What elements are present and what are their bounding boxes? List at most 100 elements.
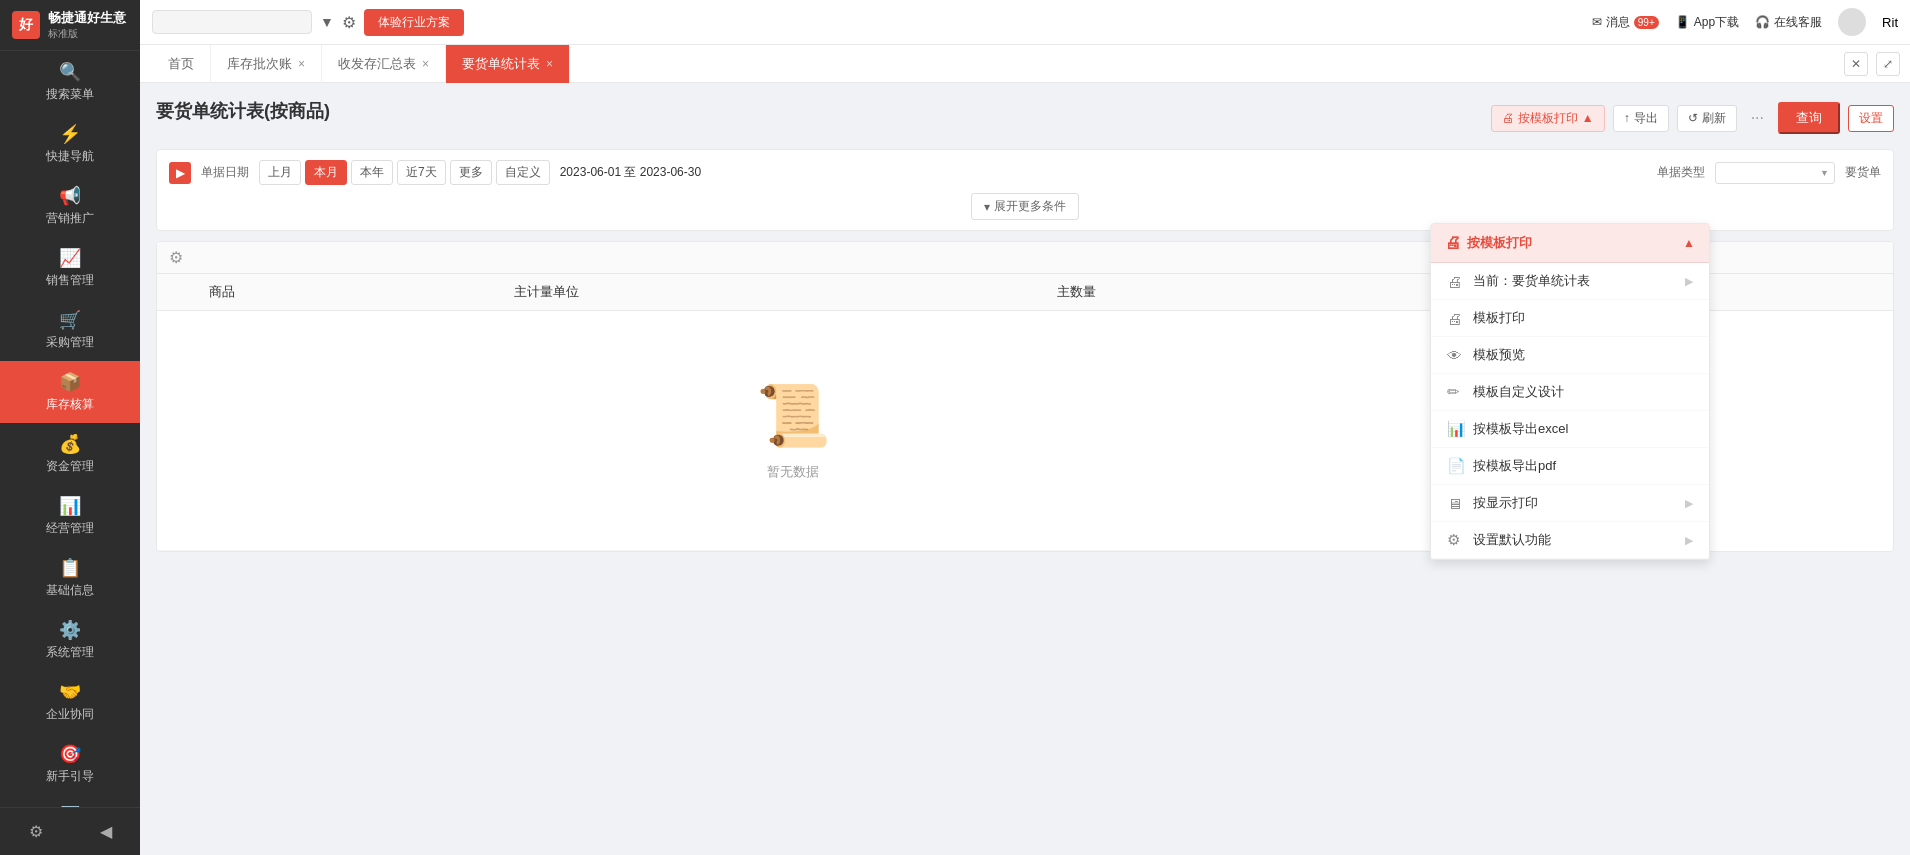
sidebar-settings-btn[interactable]: ⚙: [25, 818, 47, 845]
content-actions: 🖨 按模板打印 ▲ ↑ 导出 ↺ 刷新 ··· 查询 设置: [1491, 102, 1894, 134]
sidebar-label-11: 新手引导: [46, 768, 94, 785]
tab-close-1[interactable]: ×: [298, 57, 305, 71]
popup-section-icon-1: ⚙: [1447, 531, 1465, 549]
export-btn[interactable]: ↑ 导出: [1613, 105, 1669, 132]
popup-item-1[interactable]: 👁 模板预览: [1431, 337, 1709, 374]
popup-item-4[interactable]: 📄 按模板导出pdf: [1431, 448, 1709, 485]
service-icon: 🎧: [1755, 15, 1770, 29]
sidebar-item-9[interactable]: ⚙️ 系统管理: [0, 609, 140, 671]
tab-label-2: 收发存汇总表: [338, 55, 416, 73]
popup-item-2[interactable]: ✏ 模板自定义设计: [1431, 374, 1709, 411]
popup-section-item-1[interactable]: ⚙ 设置默认功能 ▶: [1431, 522, 1709, 559]
sidebar-icon-4: 🛒: [59, 309, 81, 331]
type-select[interactable]: [1715, 162, 1835, 184]
sidebar-label-7: 经营管理: [46, 520, 94, 537]
topbar-gear-icon[interactable]: ⚙: [342, 13, 356, 32]
trial-btn[interactable]: 体验行业方案: [364, 9, 464, 36]
message-badge: 99+: [1634, 16, 1659, 29]
sidebar-item-0[interactable]: 🔍 搜索菜单: [0, 51, 140, 113]
sidebar-item-3[interactable]: 📈 销售管理: [0, 237, 140, 299]
sidebar-item-10[interactable]: 🤝 企业协同: [0, 671, 140, 733]
col-header-0: 商品: [197, 274, 502, 311]
sidebar-icon-2: 📢: [59, 185, 81, 207]
popup-current-item[interactable]: 🖨 当前：要货单统计表 ▶: [1431, 263, 1709, 300]
sidebar-item-5[interactable]: 📦 库存核算: [0, 361, 140, 423]
sidebar-collapse-btn[interactable]: ◀: [96, 818, 116, 845]
popup-item-label-3: 按模板导出excel: [1473, 420, 1693, 438]
settings-btn[interactable]: 设置: [1848, 105, 1894, 132]
sidebar-item-6[interactable]: 💰 资金管理: [0, 423, 140, 485]
topbar-search-input[interactable]: [152, 10, 312, 34]
popup-section-label-1: 设置默认功能: [1473, 531, 1677, 549]
sidebar-label-6: 资金管理: [46, 458, 94, 475]
sidebar-scroll: 🔍 搜索菜单 ⚡ 快捷导航 📢 营销推广 📈 销售管理 🛒 采购管理 📦 库存核…: [0, 51, 140, 807]
sidebar-item-1[interactable]: ⚡ 快捷导航: [0, 113, 140, 175]
date-btn-近7天[interactable]: 近7天: [397, 160, 446, 185]
tabbar-expand-btn[interactable]: ⤢: [1876, 52, 1900, 76]
tab-2[interactable]: 收发存汇总表 ×: [322, 45, 446, 83]
date-btn-本月[interactable]: 本月: [305, 160, 347, 185]
more-options-btn[interactable]: ···: [1745, 107, 1770, 129]
brand-name: 畅捷通好生意: [48, 10, 126, 27]
tab-1[interactable]: 库存批次账 ×: [211, 45, 322, 83]
table-settings-icon[interactable]: ⚙: [169, 248, 183, 267]
tab-close-3[interactable]: ×: [546, 57, 553, 71]
export-label: 导出: [1634, 110, 1658, 127]
topbar-online-service[interactable]: 🎧 在线客服: [1755, 14, 1822, 31]
popup-section-item-0[interactable]: 🖥 按显示打印 ▶: [1431, 485, 1709, 522]
print-btn[interactable]: 🖨 按模板打印 ▲: [1491, 105, 1605, 132]
popup-items: 🖨 模板打印 👁 模板预览 ✏ 模板自定义设计 📊 按模板导出excel 📄 按…: [1431, 300, 1709, 485]
popup-section-arrow-0: ▶: [1685, 497, 1693, 510]
sidebar-item-8[interactable]: 📋 基础信息: [0, 547, 140, 609]
popup-item-label-0: 模板打印: [1473, 309, 1693, 327]
print-label: 按模板打印: [1518, 110, 1578, 127]
tab-label-3: 要货单统计表: [462, 55, 540, 73]
date-btn-上月[interactable]: 上月: [259, 160, 301, 185]
sidebar-item-12[interactable]: 🖥️ 应用中心: [0, 795, 140, 807]
filter-collapse-btn[interactable]: ▶: [169, 162, 191, 184]
popup-item-0[interactable]: 🖨 模板打印: [1431, 300, 1709, 337]
topbar-dropdown-icon[interactable]: ▼: [320, 14, 334, 30]
date-btn-自定义[interactable]: 自定义: [496, 160, 550, 185]
app-download-label: App下载: [1694, 14, 1739, 31]
popup-item-icon-0: 🖨: [1447, 310, 1465, 327]
popup-item-3[interactable]: 📊 按模板导出excel: [1431, 411, 1709, 448]
sidebar-icon-10: 🤝: [59, 681, 81, 703]
print-icon: 🖨: [1502, 111, 1514, 125]
tab-label-1: 库存批次账: [227, 55, 292, 73]
user-avatar[interactable]: [1838, 8, 1866, 36]
refresh-btn[interactable]: ↺ 刷新: [1677, 105, 1737, 132]
content-area: 要货单统计表(按商品) 🖨 按模板打印 ▲ ↑ 导出 ↺ 刷新 ··· 查询 设…: [140, 83, 1910, 855]
sidebar-icon-5: 📦: [59, 371, 81, 393]
popup-item-label-2: 模板自定义设计: [1473, 383, 1693, 401]
sidebar-item-4[interactable]: 🛒 采购管理: [0, 299, 140, 361]
expand-filter-btn[interactable]: ▾ 展开更多条件: [971, 193, 1079, 220]
topbar-app-download[interactable]: 📱 App下载: [1675, 14, 1739, 31]
popup-section-items: 🖥 按显示打印 ▶ ⚙ 设置默认功能 ▶: [1431, 485, 1709, 559]
popup-header: 🖨 按模板打印 ▲: [1431, 224, 1709, 263]
sidebar-item-7[interactable]: 📊 经营管理: [0, 485, 140, 547]
popup-item-icon-2: ✏: [1447, 383, 1465, 401]
sidebar-footer: ⚙ ◀: [0, 807, 140, 855]
sidebar-label-2: 营销推广: [46, 210, 94, 227]
sidebar-icon-1: ⚡: [59, 123, 81, 145]
tab-3[interactable]: 要货单统计表 ×: [446, 45, 570, 83]
sidebar-logo: 好 畅捷通好生意 标准版: [0, 0, 140, 51]
popup-item-label-4: 按模板导出pdf: [1473, 457, 1693, 475]
tabbar-close-btn[interactable]: ✕: [1844, 52, 1868, 76]
date-btn-本年[interactable]: 本年: [351, 160, 393, 185]
refresh-label: 刷新: [1702, 110, 1726, 127]
sidebar-item-11[interactable]: 🎯 新手引导: [0, 733, 140, 795]
date-filter-label: 单据日期: [201, 164, 249, 181]
sidebar-item-2[interactable]: 📢 营销推广: [0, 175, 140, 237]
date-btn-更多[interactable]: 更多: [450, 160, 492, 185]
popup-item-icon-1: 👁: [1447, 347, 1465, 364]
username-label: Rit: [1882, 15, 1898, 30]
query-btn[interactable]: 查询: [1778, 102, 1840, 134]
export-icon: ↑: [1624, 111, 1630, 125]
topbar-message[interactable]: ✉ 消息 99+: [1592, 14, 1659, 31]
popup-close-arrow[interactable]: ▲: [1683, 236, 1695, 250]
print-arrow: ▲: [1582, 111, 1594, 125]
tab-close-2[interactable]: ×: [422, 57, 429, 71]
tab-0[interactable]: 首页: [152, 45, 211, 83]
